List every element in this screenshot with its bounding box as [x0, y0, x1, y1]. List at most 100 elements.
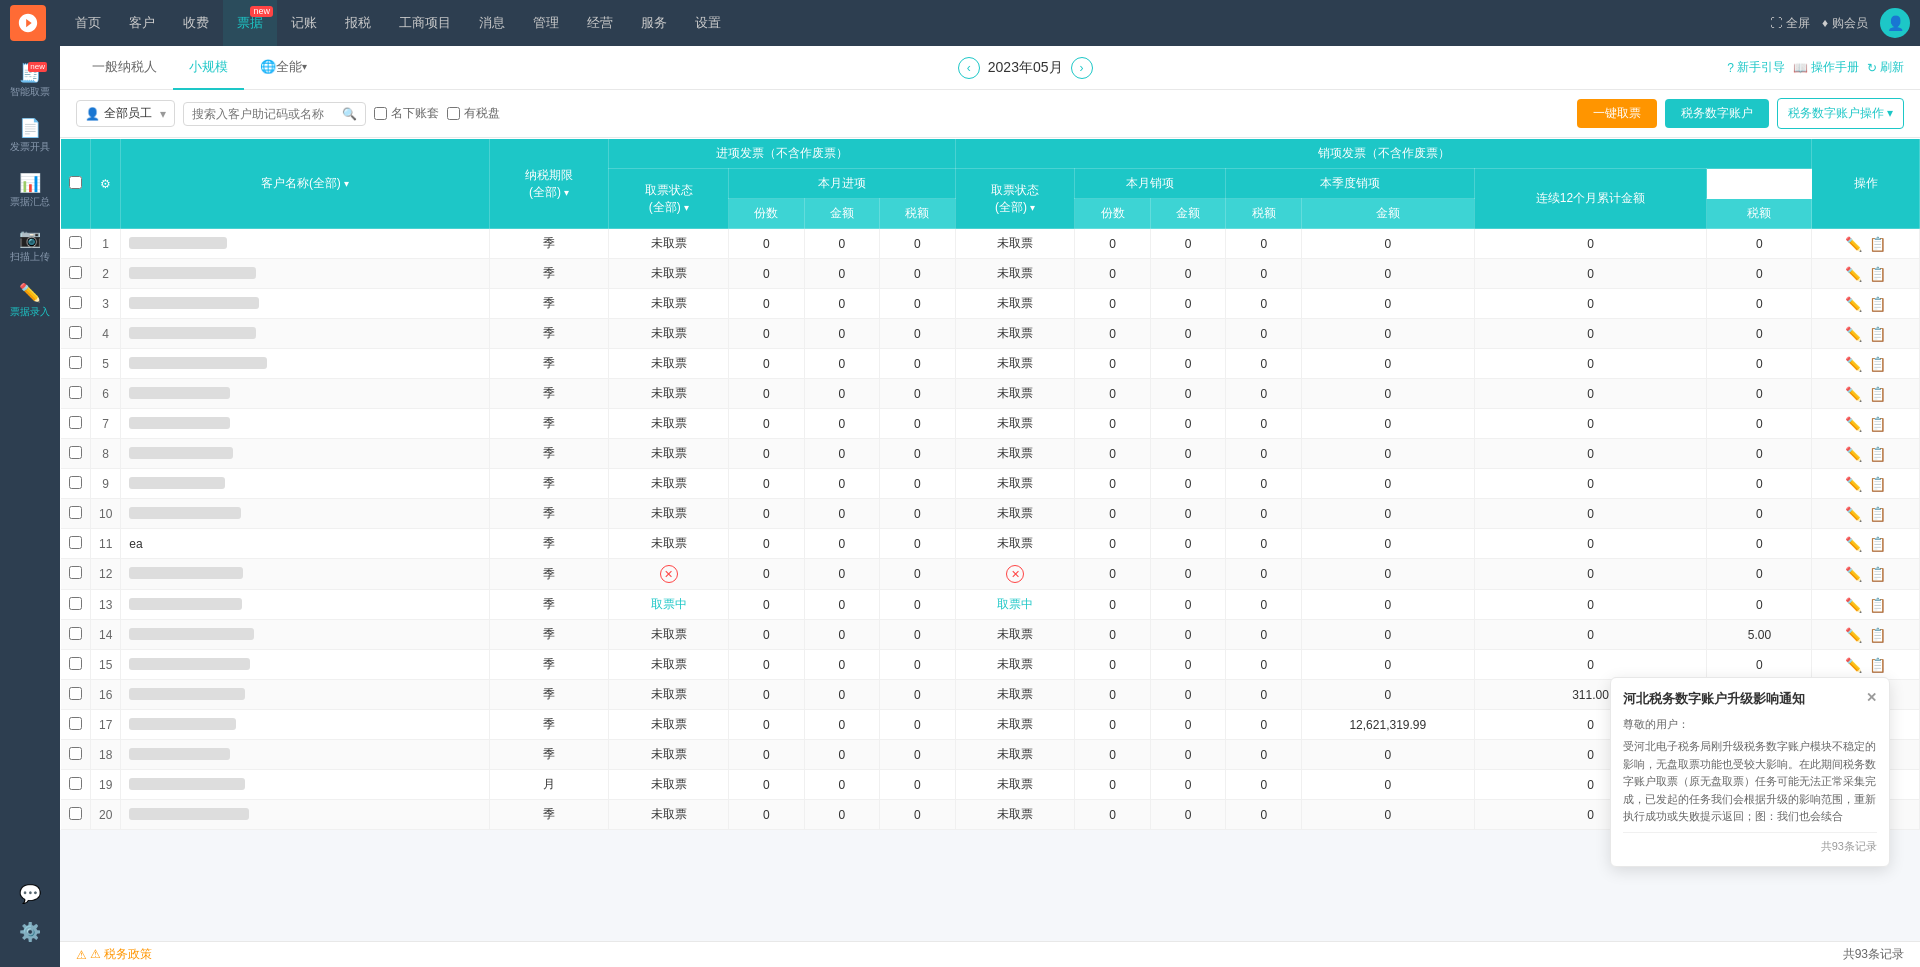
row-checkbox[interactable] [69, 536, 82, 549]
row-checkbox[interactable] [69, 747, 82, 760]
employee-select[interactable]: 👤 全部员工 ▾ [76, 100, 175, 127]
edit-icon[interactable]: ✏️ [1845, 326, 1862, 342]
checkbox-tax-disk[interactable]: 有税盘 [447, 105, 500, 122]
nav-business[interactable]: 工商项目 [385, 0, 465, 46]
tax-digital-account-ops-btn[interactable]: 税务数字账户操作 ▾ [1777, 98, 1904, 129]
row-checkbox[interactable] [69, 266, 82, 279]
edit-icon[interactable]: ✏️ [1845, 296, 1862, 312]
view-icon[interactable]: 📋 [1869, 566, 1886, 582]
tab-all[interactable]: 🌐 全能 ▾ [244, 46, 323, 90]
one-click-ticket-btn[interactable]: 一键取票 [1577, 99, 1657, 128]
avatar[interactable]: 👤 [1880, 8, 1910, 38]
sidebar-item-gear[interactable]: ⚙️ [0, 913, 60, 951]
sidebar-item-scan[interactable]: 📷 扫描上传 [0, 219, 60, 274]
view-icon[interactable]: 📋 [1869, 506, 1886, 522]
row-checkbox[interactable] [69, 566, 82, 579]
edit-icon[interactable]: ✏️ [1845, 566, 1862, 582]
row-checkbox[interactable] [69, 236, 82, 249]
edit-icon[interactable]: ✏️ [1845, 386, 1862, 402]
row-checkbox[interactable] [69, 777, 82, 790]
nav-operation[interactable]: 经营 [573, 0, 627, 46]
search-icon[interactable]: 🔍 [342, 107, 357, 121]
nav-service[interactable]: 服务 [627, 0, 681, 46]
row-checkbox[interactable] [69, 597, 82, 610]
view-icon[interactable]: 📋 [1869, 236, 1886, 252]
view-icon[interactable]: 📋 [1869, 446, 1886, 462]
sidebar-item-open-ticket[interactable]: 📄 发票开具 [0, 109, 60, 164]
header-actions: ? 新手引导 📖 操作手册 ↻ 刷新 [1727, 59, 1904, 76]
sidebar-item-smart-ticket[interactable]: 🧾 智能取票 [0, 54, 60, 109]
edit-icon[interactable]: ✏️ [1845, 476, 1862, 492]
in-tax-cell: 0 [880, 800, 956, 830]
row-checkbox[interactable] [69, 356, 82, 369]
tax-digital-account-btn[interactable]: 税务数字账户 [1665, 99, 1769, 128]
view-icon[interactable]: 📋 [1869, 266, 1886, 282]
notification-close-btn[interactable]: ✕ [1866, 690, 1877, 708]
nav-manage[interactable]: 管理 [519, 0, 573, 46]
tax-policy-link[interactable]: ⚠ ⚠ 税务政策 [76, 946, 152, 963]
manual-link[interactable]: 📖 操作手册 [1793, 59, 1859, 76]
view-icon[interactable]: 📋 [1869, 536, 1886, 552]
quarterly-tax-cell: 0 [1474, 559, 1707, 590]
new-guide-link[interactable]: ? 新手引导 [1727, 59, 1785, 76]
row-checkbox[interactable] [69, 657, 82, 670]
view-icon[interactable]: 📋 [1869, 386, 1886, 402]
view-icon[interactable]: 📋 [1869, 657, 1886, 673]
nav-tax[interactable]: 报税 [331, 0, 385, 46]
view-icon[interactable]: 📋 [1869, 296, 1886, 312]
sidebar-item-chat[interactable]: 💬 [0, 875, 60, 913]
nav-client[interactable]: 客户 [115, 0, 169, 46]
row-checkbox[interactable] [69, 807, 82, 820]
edit-icon[interactable]: ✏️ [1845, 236, 1862, 252]
member-btn[interactable]: ♦ 购会员 [1822, 15, 1868, 32]
edit-icon[interactable]: ✏️ [1845, 657, 1862, 673]
view-icon[interactable]: 📋 [1869, 597, 1886, 613]
refresh-link[interactable]: ↻ 刷新 [1867, 59, 1904, 76]
view-icon[interactable]: 📋 [1869, 627, 1886, 643]
edit-icon[interactable]: ✏️ [1845, 627, 1862, 643]
action-cell: ✏️ 📋 [1812, 379, 1920, 409]
period-next-btn[interactable]: › [1071, 57, 1093, 79]
row-checkbox[interactable] [69, 506, 82, 519]
nav-ticket[interactable]: 票据 new [223, 0, 277, 46]
row-checkbox[interactable] [69, 416, 82, 429]
nav-accounting[interactable]: 记账 [277, 0, 331, 46]
row-checkbox[interactable] [69, 296, 82, 309]
row-checkbox[interactable] [69, 687, 82, 700]
edit-icon[interactable]: ✏️ [1845, 416, 1862, 432]
checkbox-sub-account[interactable]: 名下账套 [374, 105, 439, 122]
edit-icon[interactable]: ✏️ [1845, 356, 1862, 372]
sidebar-item-entry[interactable]: ✏️ 票据录入 [0, 274, 60, 329]
edit-icon[interactable]: ✏️ [1845, 266, 1862, 282]
row-checkbox[interactable] [69, 326, 82, 339]
view-icon[interactable]: 📋 [1869, 476, 1886, 492]
view-icon[interactable]: 📋 [1869, 416, 1886, 432]
period-prev-btn[interactable]: ‹ [958, 57, 980, 79]
in-count-cell: 0 [729, 259, 805, 289]
edit-icon[interactable]: ✏️ [1845, 597, 1862, 613]
fullscreen-btn[interactable]: ⛶ 全屏 [1770, 15, 1810, 32]
tab-small-scale[interactable]: 小规模 [173, 46, 244, 90]
out-amount-cell: 0 [1150, 770, 1226, 800]
row-checkbox[interactable] [69, 717, 82, 730]
row-checkbox[interactable] [69, 386, 82, 399]
row-checkbox[interactable] [69, 446, 82, 459]
edit-icon[interactable]: ✏️ [1845, 506, 1862, 522]
edit-icon[interactable]: ✏️ [1845, 446, 1862, 462]
search-input[interactable] [192, 107, 342, 121]
view-icon[interactable]: 📋 [1869, 326, 1886, 342]
nav-home[interactable]: 首页 [61, 0, 115, 46]
edit-icon[interactable]: ✏️ [1845, 536, 1862, 552]
tax-disk-checkbox[interactable] [447, 107, 460, 120]
view-icon[interactable]: 📋 [1869, 356, 1886, 372]
th-in-amount: 金额 [804, 199, 880, 229]
tab-general-taxpayer[interactable]: 一般纳税人 [76, 46, 173, 90]
sub-account-checkbox[interactable] [374, 107, 387, 120]
nav-message[interactable]: 消息 [465, 0, 519, 46]
nav-settings[interactable]: 设置 [681, 0, 735, 46]
select-all-checkbox[interactable] [69, 176, 82, 189]
row-checkbox[interactable] [69, 476, 82, 489]
nav-fee[interactable]: 收费 [169, 0, 223, 46]
sidebar-item-summary[interactable]: 📊 票据汇总 [0, 164, 60, 219]
row-checkbox[interactable] [69, 627, 82, 640]
